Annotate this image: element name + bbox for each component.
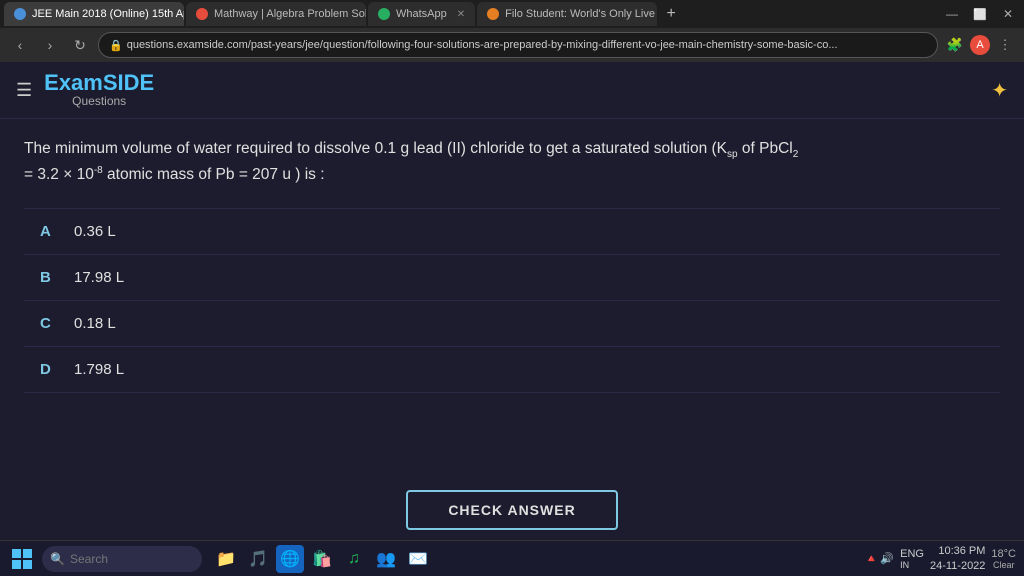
logo-text: ExamSIDE — [44, 72, 154, 94]
url-text: questions.examside.com/past-years/jee/qu… — [127, 39, 838, 51]
clock-date: 24-11-2022 — [930, 559, 985, 573]
question-content: The minimum volume of water required to … — [0, 119, 1024, 476]
option-a[interactable]: A 0.36 L — [24, 208, 1000, 254]
temperature: 18°C — [991, 548, 1016, 560]
question-text: The minimum volume of water required to … — [24, 137, 1000, 188]
start-button[interactable] — [8, 545, 36, 573]
menu-button[interactable]: ⋮ — [994, 34, 1016, 56]
logo-side: SIDE — [103, 70, 154, 95]
taskbar-right: 🔺 🔊 ENG IN 10:36 PM 24-11-2022 18°C Clea… — [865, 544, 1016, 573]
exponent: -8 — [94, 165, 103, 176]
tab-2-icon — [196, 8, 208, 20]
option-b[interactable]: B 17.98 L — [24, 254, 1000, 300]
logo-subtitle: Questions — [44, 94, 154, 108]
tab-4-icon — [487, 8, 499, 20]
tab-1-label: JEE Main 2018 (Online) 15th Apri — [32, 8, 184, 20]
nav-actions: 🧩 A ⋮ — [944, 34, 1016, 56]
taskbar-app-mail[interactable]: ✉️ — [404, 545, 432, 573]
windows-icon — [11, 548, 33, 570]
address-bar[interactable]: 🔒 questions.examside.com/past-years/jee/… — [98, 32, 938, 58]
tray-network: 🔺 — [865, 552, 879, 565]
tab-2[interactable]: Mathway | Algebra Problem Solver ✕ — [186, 2, 366, 26]
option-c-text: 0.18 L — [74, 315, 116, 332]
nav-bar: ‹ › ↻ 🔒 questions.examside.com/past-year… — [0, 28, 1024, 62]
taskbar-app-teams[interactable]: 👥 — [372, 545, 400, 573]
app-container: ☰ ExamSIDE Questions ✦ The minimum volum… — [0, 62, 1024, 540]
taskbar-app-browser[interactable]: 🌐 — [276, 545, 304, 573]
taskbar-apps: 📁 🎵 🌐 🛍️ ♫ 👥 ✉️ — [212, 545, 432, 573]
tab-3[interactable]: WhatsApp ✕ — [368, 2, 475, 26]
new-tab-button[interactable]: + — [659, 2, 683, 26]
taskbar-search-icon: 🔍 — [50, 552, 65, 566]
taskbar: 🔍 📁 🎵 🌐 🛍️ ♫ 👥 ✉️ 🔺 🔊 ENG IN 10:36 PM 24… — [0, 540, 1024, 576]
restore-button[interactable]: ⬜ — [968, 2, 992, 26]
app-header: ☰ ExamSIDE Questions ✦ — [0, 62, 1024, 119]
reload-button[interactable]: ↻ — [68, 33, 92, 57]
language-label: ENG — [900, 548, 924, 560]
language-sub: IN — [900, 560, 924, 570]
minimize-button[interactable]: — — [940, 2, 964, 26]
browser-chrome: JEE Main 2018 (Online) 15th Apri ✕ Mathw… — [0, 0, 1024, 62]
taskbar-app-store[interactable]: 🛍️ — [308, 545, 336, 573]
close-button[interactable]: ✕ — [996, 2, 1020, 26]
weather-widget: 18°C Clear — [991, 548, 1016, 570]
tab-4-label: Filo Student: World's Only Live Instan — [505, 8, 657, 20]
profile-button[interactable]: A — [970, 35, 990, 55]
taskbar-tray: 🔺 🔊 — [865, 552, 894, 565]
lock-icon: 🔒 — [109, 39, 123, 52]
tray-volume: 🔊 — [880, 552, 894, 565]
option-d[interactable]: D 1.798 L — [24, 346, 1000, 393]
taskbar-language[interactable]: ENG IN — [900, 548, 924, 570]
logo-container: ExamSIDE Questions — [44, 72, 154, 108]
taskbar-search-wrapper[interactable]: 🔍 — [42, 546, 202, 572]
option-c[interactable]: C 0.18 L — [24, 300, 1000, 346]
tab-3-icon — [378, 8, 390, 20]
check-answer-button[interactable]: CHECK ANSWER — [406, 490, 617, 530]
question-line2: = 3.2 × 10 — [24, 166, 94, 183]
question-part2: of PbCl — [738, 140, 793, 157]
option-b-text: 17.98 L — [74, 269, 124, 286]
question-part1: The minimum volume of water required to … — [24, 140, 727, 157]
option-a-label: A — [40, 223, 60, 240]
option-d-label: D — [40, 361, 60, 378]
taskbar-app-spotify[interactable]: ♫ — [340, 545, 368, 573]
tab-4[interactable]: Filo Student: World's Only Live Instan ✕ — [477, 2, 657, 26]
options-list: A 0.36 L B 17.98 L C 0.18 L D 1.798 L — [24, 208, 1000, 393]
settings-icon[interactable]: ✦ — [991, 78, 1008, 103]
logo-exam: Exam — [44, 70, 103, 95]
forward-button[interactable]: › — [38, 33, 62, 57]
option-b-label: B — [40, 269, 60, 286]
extensions-button[interactable]: 🧩 — [944, 34, 966, 56]
tab-2-label: Mathway | Algebra Problem Solver — [214, 8, 366, 20]
weather-condition: Clear — [993, 560, 1015, 570]
header-left: ☰ ExamSIDE Questions — [16, 72, 154, 108]
clock-time: 10:36 PM — [930, 544, 985, 558]
tab-1-icon — [14, 8, 26, 20]
pbcl2-sub: 2 — [793, 149, 799, 160]
tab-3-close[interactable]: ✕ — [457, 9, 465, 20]
tab-3-label: WhatsApp — [396, 8, 447, 20]
taskbar-app-files[interactable]: 📁 — [212, 545, 240, 573]
question-line2-rest: atomic mass of Pb = 207 u ) is : — [103, 166, 325, 183]
taskbar-search-input[interactable] — [42, 546, 202, 572]
tab-bar: JEE Main 2018 (Online) 15th Apri ✕ Mathw… — [0, 0, 1024, 28]
hamburger-menu[interactable]: ☰ — [16, 80, 32, 101]
option-d-text: 1.798 L — [74, 361, 124, 378]
ksp-sub: sp — [727, 140, 738, 157]
taskbar-clock[interactable]: 10:36 PM 24-11-2022 — [930, 544, 985, 573]
back-button[interactable]: ‹ — [8, 33, 32, 57]
button-row: CHECK ANSWER — [0, 476, 1024, 540]
taskbar-app-music[interactable]: 🎵 — [244, 545, 272, 573]
option-c-label: C — [40, 315, 60, 332]
option-a-text: 0.36 L — [74, 223, 116, 240]
tab-1[interactable]: JEE Main 2018 (Online) 15th Apri ✕ — [4, 2, 184, 26]
